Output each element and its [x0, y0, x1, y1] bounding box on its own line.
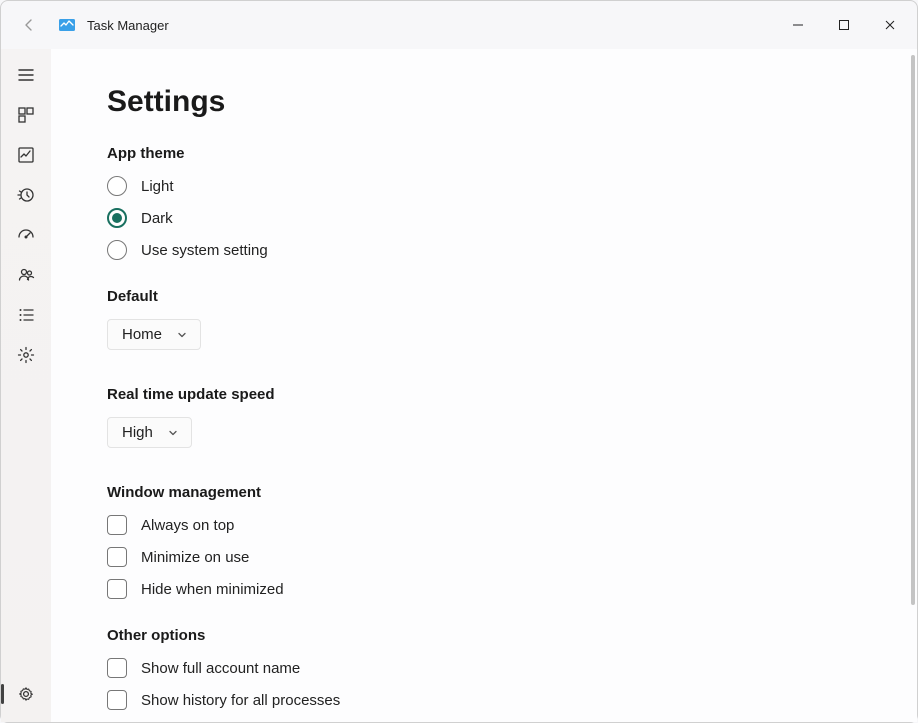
theme-system-radio[interactable]: Use system setting — [107, 240, 827, 260]
checkbox-icon — [107, 690, 127, 710]
scrollbar[interactable] — [911, 55, 915, 605]
minimize-button[interactable] — [775, 9, 821, 41]
theme-dark-radio[interactable]: Dark — [107, 208, 827, 228]
app-history-icon[interactable] — [6, 175, 46, 215]
users-icon[interactable] — [6, 255, 46, 295]
checkbox-icon — [107, 547, 127, 567]
app-theme-group: App theme Light Dark Use system setting — [107, 145, 827, 260]
sidebar — [1, 49, 51, 722]
checkbox-icon — [107, 658, 127, 678]
default-dropdown[interactable]: Home — [107, 319, 201, 350]
settings-icon[interactable] — [6, 674, 46, 714]
app-icon — [57, 15, 77, 35]
performance-icon[interactable] — [6, 135, 46, 175]
window-mgmt-group: Window management Always on top Minimize… — [107, 484, 827, 599]
default-group: Default Home — [107, 288, 827, 358]
hide-minimized-checkbox[interactable]: Hide when minimized — [107, 579, 827, 599]
theme-light-radio[interactable]: Light — [107, 176, 827, 196]
show-history-label: Show history for all processes — [141, 692, 340, 709]
other-options-group: Other options Show full account name Sho… — [107, 627, 827, 710]
page-title: Settings — [107, 85, 827, 119]
checkbox-icon — [107, 579, 127, 599]
maximize-button[interactable] — [821, 9, 867, 41]
full-account-checkbox[interactable]: Show full account name — [107, 658, 827, 678]
startup-apps-icon[interactable] — [6, 215, 46, 255]
checkbox-icon — [107, 515, 127, 535]
details-icon[interactable] — [6, 295, 46, 335]
back-button[interactable] — [15, 11, 43, 39]
chevron-down-icon — [167, 427, 179, 439]
services-icon[interactable] — [6, 335, 46, 375]
update-speed-value: High — [122, 424, 153, 441]
minimize-on-use-label: Minimize on use — [141, 549, 249, 566]
update-speed-label: Real time update speed — [107, 386, 827, 403]
app-theme-label: App theme — [107, 145, 827, 162]
show-history-checkbox[interactable]: Show history for all processes — [107, 690, 827, 710]
update-speed-group: Real time update speed High — [107, 386, 827, 456]
close-button[interactable] — [867, 9, 913, 41]
default-label: Default — [107, 288, 827, 305]
radio-icon — [107, 240, 127, 260]
hide-minimized-label: Hide when minimized — [141, 581, 284, 598]
always-on-top-label: Always on top — [141, 517, 234, 534]
full-account-label: Show full account name — [141, 660, 300, 677]
default-value: Home — [122, 326, 162, 343]
app-title: Task Manager — [87, 18, 169, 33]
radio-icon — [107, 208, 127, 228]
minimize-on-use-checkbox[interactable]: Minimize on use — [107, 547, 827, 567]
processes-icon[interactable] — [6, 95, 46, 135]
hamburger-button[interactable] — [6, 55, 46, 95]
content-area: Settings App theme Light Dark Use system… — [51, 49, 917, 722]
always-on-top-checkbox[interactable]: Always on top — [107, 515, 827, 535]
title-bar: Task Manager — [1, 1, 917, 49]
chevron-down-icon — [176, 329, 188, 341]
other-options-label: Other options — [107, 627, 827, 644]
theme-light-label: Light — [141, 178, 174, 195]
theme-system-label: Use system setting — [141, 242, 268, 259]
theme-dark-label: Dark — [141, 210, 173, 227]
window-mgmt-label: Window management — [107, 484, 827, 501]
radio-icon — [107, 176, 127, 196]
update-speed-dropdown[interactable]: High — [107, 417, 192, 448]
